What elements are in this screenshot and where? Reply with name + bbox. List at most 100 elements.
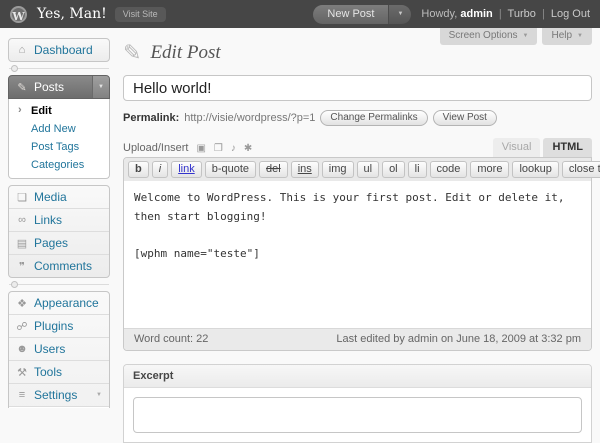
username: admin xyxy=(460,8,493,20)
sidebar-item-label: Appearance xyxy=(34,296,99,310)
visit-site-button[interactable]: Visit Site xyxy=(114,6,166,22)
tools-icon: ⚒ xyxy=(17,366,27,379)
add-media-icon[interactable]: ✱ xyxy=(244,143,252,154)
link-button[interactable]: link xyxy=(171,161,202,178)
library-menu-box: ❏ Media ∞ Links ▤ Pages ❞ Comments xyxy=(8,185,110,278)
posts-icon: ✎ xyxy=(17,81,27,94)
li-button[interactable]: li xyxy=(407,161,427,178)
tab-html[interactable]: HTML xyxy=(543,138,592,157)
sidebar-item-label: Comments xyxy=(34,259,93,273)
permalink-row: Permalink: http://visie/wordpress/?p=1 C… xyxy=(123,110,600,126)
edit-post-icon: ✎ xyxy=(123,40,142,65)
media-icon: ❏ xyxy=(17,191,27,204)
sidebar-item-label: Links xyxy=(34,213,63,227)
sidebar-item-plugins[interactable]: ☍ Plugins xyxy=(9,314,109,337)
ins-button[interactable]: ins xyxy=(290,161,319,178)
comments-icon: ❞ xyxy=(19,260,25,273)
screen-options-button[interactable]: Screen Options ▼ xyxy=(439,28,538,45)
tab-visual[interactable]: Visual xyxy=(492,138,541,157)
new-post-dropdown-icon[interactable]: ▼ xyxy=(388,4,412,24)
sidebar-item-label: Plugins xyxy=(34,319,74,333)
collapse-menu-button[interactable] xyxy=(11,65,18,72)
close-tags-button[interactable]: close tags xyxy=(561,161,600,178)
separator: | xyxy=(541,8,545,20)
new-post-label[interactable]: New Post xyxy=(313,4,389,24)
sidebar-item-label: Settings xyxy=(34,388,78,402)
screen-options-label: Screen Options xyxy=(448,30,518,41)
editor-footer: Word count: 22 Last edited by admin on J… xyxy=(124,328,591,350)
upload-insert-group: Upload/Insert ▣ ❐ ♪ ✱ xyxy=(123,142,252,154)
sidebar-item-posts[interactable]: ✎ Posts ▼ xyxy=(8,75,110,99)
sidebar-item-add-new[interactable]: Add New xyxy=(9,120,109,138)
change-permalinks-button[interactable]: Change Permalinks xyxy=(320,110,428,126)
media-buttons-row: Upload/Insert ▣ ❐ ♪ ✱ Visual HTML xyxy=(116,138,600,157)
add-video-icon[interactable]: ❐ xyxy=(214,143,223,154)
italic-button[interactable]: i xyxy=(151,161,169,178)
chevron-down-icon: ▼ xyxy=(522,32,529,39)
turbo-link[interactable]: Turbo xyxy=(508,8,536,20)
site-name-link[interactable]: Yes, Man! xyxy=(37,6,107,22)
help-button[interactable]: Help ▼ xyxy=(542,28,592,45)
menu-separator xyxy=(0,63,116,74)
permalink-url: http://visie/wordpress/?p=1 xyxy=(184,112,316,124)
sidebar-item-categories[interactable]: Categories xyxy=(9,156,109,174)
blockquote-button[interactable]: b-quote xyxy=(204,161,257,178)
sidebar-item-tools[interactable]: ⚒ Tools xyxy=(9,360,109,383)
add-image-icon[interactable]: ▣ xyxy=(196,143,205,154)
pages-icon: ▤ xyxy=(16,237,28,250)
editor-mode-tabs: Visual HTML xyxy=(492,138,592,157)
new-post-button[interactable]: New Post ▼ xyxy=(313,4,412,24)
post-content-textarea[interactable]: Welcome to WordPress. This is your first… xyxy=(124,181,591,328)
sidebar-item-dashboard[interactable]: ⌂ Dashboard xyxy=(9,39,109,61)
howdy-text: Howdy, xyxy=(421,8,458,20)
excerpt-header[interactable]: Excerpt xyxy=(124,365,591,388)
sidebar-item-appearance[interactable]: ❖ Appearance xyxy=(9,292,109,314)
last-edited-text: Last edited by admin on June 18, 2009 at… xyxy=(336,333,581,345)
del-button[interactable]: del xyxy=(259,161,288,178)
menu-separator xyxy=(0,279,116,290)
add-audio-icon[interactable]: ♪ xyxy=(231,143,236,154)
bold-button[interactable]: b xyxy=(128,161,149,178)
view-post-button[interactable]: View Post xyxy=(432,110,497,126)
logout-link[interactable]: Log Out xyxy=(551,8,590,20)
plugins-icon: ☍ xyxy=(16,320,28,333)
users-icon: ☻ xyxy=(16,343,28,355)
wordpress-logo-icon: W xyxy=(10,5,27,23)
sidebar-item-label: Users xyxy=(34,342,66,356)
dashboard-menu-box: ⌂ Dashboard xyxy=(8,38,110,62)
settings-collapse-icon[interactable]: ▼ xyxy=(96,392,102,398)
main-content: Screen Options ▼ Help ▼ ✎ Edit Post Perm… xyxy=(116,28,600,443)
excerpt-postbox: Excerpt xyxy=(123,364,592,443)
submenu-item-label: Edit xyxy=(31,105,52,117)
appearance-icon: ❖ xyxy=(17,297,27,310)
sidebar-item-post-tags[interactable]: Post Tags xyxy=(9,138,109,156)
sidebar-item-label: Media xyxy=(34,190,67,204)
collapse-menu-button[interactable] xyxy=(11,281,18,288)
help-label: Help xyxy=(551,30,573,41)
lookup-button[interactable]: lookup xyxy=(512,161,559,178)
sidebar-item-edit[interactable]: › Edit xyxy=(9,102,109,120)
settings-menu-box: ❖ Appearance ☍ Plugins ☻ Users ⚒ Tools ≡… xyxy=(8,291,110,408)
sidebar-item-links[interactable]: ∞ Links xyxy=(9,208,109,231)
sidebar-item-label: Posts xyxy=(34,80,65,94)
ol-button[interactable]: ol xyxy=(382,161,405,178)
posts-submenu: › Edit Add New Post Tags Categories xyxy=(8,99,110,179)
img-button[interactable]: img xyxy=(321,161,354,178)
sidebar-item-pages[interactable]: ▤ Pages xyxy=(9,231,109,254)
links-icon: ∞ xyxy=(18,214,26,226)
sidebar-item-users[interactable]: ☻ Users xyxy=(9,337,109,360)
separator-line xyxy=(9,284,109,285)
ul-button[interactable]: ul xyxy=(356,161,380,178)
posts-collapse-icon[interactable]: ▼ xyxy=(92,76,109,98)
sidebar-item-comments[interactable]: ❞ Comments xyxy=(9,254,109,277)
code-button[interactable]: code xyxy=(429,161,468,178)
screen-meta-tabs: Screen Options ▼ Help ▼ xyxy=(439,28,592,45)
excerpt-textarea[interactable] xyxy=(133,397,582,433)
sidebar-item-media[interactable]: ❏ Media xyxy=(9,186,109,208)
sidebar-item-settings[interactable]: ≡ Settings ▼ xyxy=(9,383,109,406)
user-info: Howdy, admin | Turbo | Log Out xyxy=(421,8,590,20)
topbar-right: New Post ▼ Howdy, admin | Turbo | Log Ou… xyxy=(313,4,590,24)
sidebar-item-label: Dashboard xyxy=(34,43,93,57)
post-title-input[interactable] xyxy=(123,75,592,101)
more-button[interactable]: more xyxy=(470,161,510,178)
